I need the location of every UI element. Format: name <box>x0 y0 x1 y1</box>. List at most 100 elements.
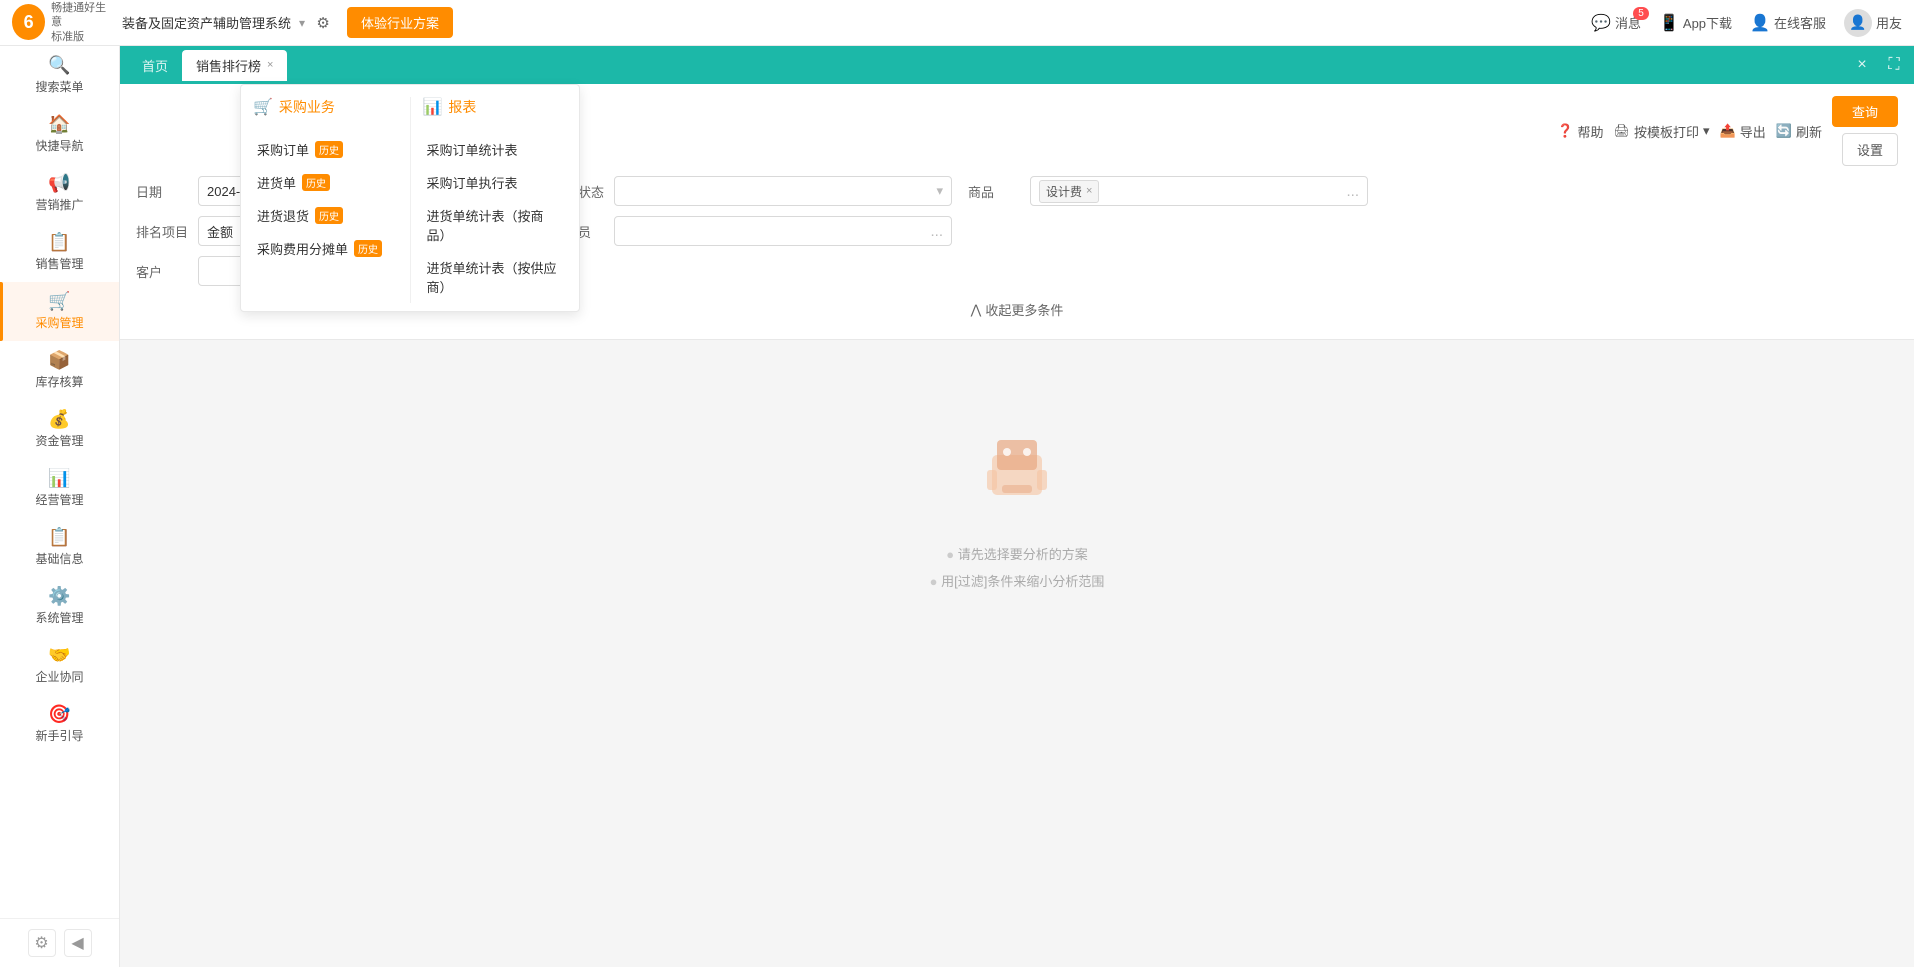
sidebar-bottom: ⚙ ◀ <box>0 918 119 967</box>
message-btn[interactable]: 💬 5 消息 <box>1591 13 1641 33</box>
sidebar-item-newbie[interactable]: 🎯 新手引导 <box>0 695 119 754</box>
print-btn[interactable]: 🖨 按模板打印 ▾ <box>1614 122 1710 141</box>
sidebar: 🔍 搜索菜单 🏠 快捷导航 📢 营销推广 📋 销售管理 🛒 采购管理 📦 库存核… <box>0 46 120 967</box>
sysadmin-icon: ⚙️ <box>48 587 70 605</box>
help-icon: ❓ <box>1557 123 1573 139</box>
sidebar-item-sysadmin[interactable]: ⚙️ 系统管理 <box>0 577 119 636</box>
query-btn[interactable]: 查询 <box>1832 96 1898 127</box>
window-close-icon[interactable]: × <box>1850 53 1874 77</box>
logo-icon: 6 <box>12 4 45 40</box>
dropdown-item-purchase-order[interactable]: 采购订单 历史 <box>253 133 398 166</box>
dropdown-col-purchase: 🛒 采购业务 采购订单 历史 进货单 历史 进货退货 历史 采购费用分摊单 <box>241 97 410 303</box>
empty-text-2: 用[过滤]条件来缩小分析范围 <box>930 571 1105 590</box>
dropdown-menu: 🛒 采购业务 采购订单 历史 进货单 历史 进货退货 历史 采购费用分摊单 <box>240 84 580 312</box>
logo-text: 畅捷通好生意 标准版 <box>51 1 112 44</box>
dropdown-item-incoming-stats-supplier[interactable]: 进货单统计表（按供应商） <box>423 251 568 303</box>
inventory-icon: 📦 <box>48 351 70 369</box>
customer-label: 客户 <box>136 262 192 281</box>
refresh-btn[interactable]: 🔄 刷新 <box>1776 122 1822 141</box>
basicinfo-icon: 📋 <box>48 528 70 546</box>
app-download-btn[interactable]: 📱 App下载 <box>1659 13 1732 33</box>
operations-icon: 📊 <box>48 469 70 487</box>
sidebar-item-inventory[interactable]: 📦 库存核算 <box>0 341 119 400</box>
sidebar-collapse-btn[interactable]: ◀ <box>64 929 92 957</box>
tab-bar: 首页 销售排行榜 × × ⛶ <box>120 46 1914 84</box>
avatar: 👤 <box>1844 9 1872 37</box>
goods-tag: 设计费 × <box>1039 180 1099 203</box>
newbie-icon: 🎯 <box>48 705 70 723</box>
system-title: 装备及固定资产辅助管理系统 ▾ <box>122 13 305 32</box>
incoming-badge: 历史 <box>302 174 330 191</box>
logo: 6 畅捷通好生意 标准版 <box>12 1 112 44</box>
main-layout: 🔍 搜索菜单 🏠 快捷导航 📢 营销推广 📋 销售管理 🛒 采购管理 📦 库存核… <box>0 46 1914 967</box>
dropdown-item-incoming-stats-goods[interactable]: 进货单统计表（按商品） <box>423 199 568 251</box>
return-badge: 历史 <box>315 207 343 224</box>
tab-sales-ranking[interactable]: 销售排行榜 × <box>182 50 287 81</box>
sidebar-item-search[interactable]: 🔍 搜索菜单 <box>0 46 119 105</box>
empty-illustration <box>967 420 1067 520</box>
collab-icon: 🤝 <box>48 646 70 664</box>
dropdown-item-po-exec[interactable]: 采购订单执行表 <box>423 166 568 199</box>
topbar: 6 畅捷通好生意 标准版 装备及固定资产辅助管理系统 ▾ ⚙ 体验行业方案 💬 … <box>0 0 1914 46</box>
sales-icon: 📋 <box>48 233 70 251</box>
sidebar-item-collab[interactable]: 🤝 企业协同 <box>0 636 119 695</box>
chevron-down-icon: ▾ <box>936 183 943 199</box>
goods-label: 商品 <box>968 182 1024 201</box>
dropdown-item-po-stats[interactable]: 采购订单统计表 <box>423 133 568 166</box>
cost-alloc-badge: 历史 <box>354 240 382 257</box>
print-dropdown-icon: ▾ <box>1703 123 1710 139</box>
purchase-title-icon: 🛒 <box>253 97 273 117</box>
online-service-btn[interactable]: 👤 在线客服 <box>1750 13 1826 33</box>
empty-text-1: 请先选择要分析的方案 <box>946 544 1087 563</box>
tab-home[interactable]: 首页 <box>128 50 182 81</box>
export-btn[interactable]: 📤 导出 <box>1720 122 1766 141</box>
active-bar <box>0 282 3 341</box>
dropdown-col-reports: 📊 报表 采购订单统计表 采购订单执行表 进货单统计表（按商品） 进货单统计表（… <box>410 97 580 303</box>
user-btn[interactable]: 👤 用友 <box>1844 9 1902 37</box>
salesman-select[interactable]: ... <box>614 216 952 246</box>
search-icon: 🔍 <box>48 56 70 74</box>
industry-btn[interactable]: 体验行业方案 <box>347 7 453 38</box>
sidebar-item-purchase[interactable]: 🛒 采购管理 <box>0 282 119 341</box>
print-icon: 🖨 <box>1614 123 1631 139</box>
sidebar-item-operations[interactable]: 📊 经营管理 <box>0 459 119 518</box>
gear-icon[interactable]: ⚙ <box>309 9 337 37</box>
help-btn[interactable]: ❓ 帮助 <box>1557 122 1603 141</box>
salesman-more-icon[interactable]: ... <box>930 223 943 240</box>
order-status-field: 单据状态 ▾ <box>552 176 952 206</box>
tab-close-icon[interactable]: × <box>267 59 273 71</box>
settings-btn[interactable]: 设置 <box>1842 133 1898 166</box>
goods-select[interactable]: 设计费 × ... <box>1030 176 1368 206</box>
goods-more-icon[interactable]: ... <box>1346 183 1359 200</box>
order-status-select[interactable]: ▾ <box>614 176 952 206</box>
date-label: 日期 <box>136 182 192 201</box>
message-badge: 5 <box>1633 7 1649 20</box>
topbar-right: 💬 5 消息 📱 App下载 👤 在线客服 👤 用友 <box>1591 9 1902 37</box>
goods-field: 商品 设计费 × ... <box>968 176 1368 206</box>
sidebar-item-sales[interactable]: 📋 销售管理 <box>0 223 119 282</box>
dropdown-col1-title: 🛒 采购业务 <box>253 97 398 123</box>
title-dropdown-icon[interactable]: ▾ <box>299 16 305 30</box>
sidebar-item-basicinfo[interactable]: 📋 基础信息 <box>0 518 119 577</box>
reports-title-icon: 📊 <box>423 97 443 117</box>
goods-tag-close[interactable]: × <box>1086 185 1092 197</box>
export-icon: 📤 <box>1720 123 1736 139</box>
tab-bar-right: × ⛶ <box>1850 53 1906 77</box>
sidebar-settings-btn[interactable]: ⚙ <box>28 929 56 957</box>
purchase-order-badge: 历史 <box>315 141 343 158</box>
marketing-icon: 📢 <box>48 174 70 192</box>
home-icon: 🏠 <box>48 115 70 133</box>
window-maximize-icon[interactable]: ⛶ <box>1882 53 1906 77</box>
sidebar-item-finance[interactable]: 💰 资金管理 <box>0 400 119 459</box>
collapse-up-icon: ⋀ <box>971 302 982 318</box>
sidebar-item-navigation[interactable]: 🏠 快捷导航 <box>0 105 119 164</box>
dropdown-item-return[interactable]: 进货退货 历史 <box>253 199 398 232</box>
sidebar-item-marketing[interactable]: 📢 营销推广 <box>0 164 119 223</box>
dropdown-item-cost-alloc[interactable]: 采购费用分摊单 历史 <box>253 232 398 265</box>
purchase-icon: 🛒 <box>48 292 70 310</box>
dropdown-item-incoming[interactable]: 进货单 历史 <box>253 166 398 199</box>
finance-icon: 💰 <box>48 410 70 428</box>
salesman-field: 业务员 ... <box>552 216 952 246</box>
empty-state: 请先选择要分析的方案 用[过滤]条件来缩小分析范围 <box>120 340 1914 674</box>
dropdown-col2-title: 📊 报表 <box>423 97 568 123</box>
